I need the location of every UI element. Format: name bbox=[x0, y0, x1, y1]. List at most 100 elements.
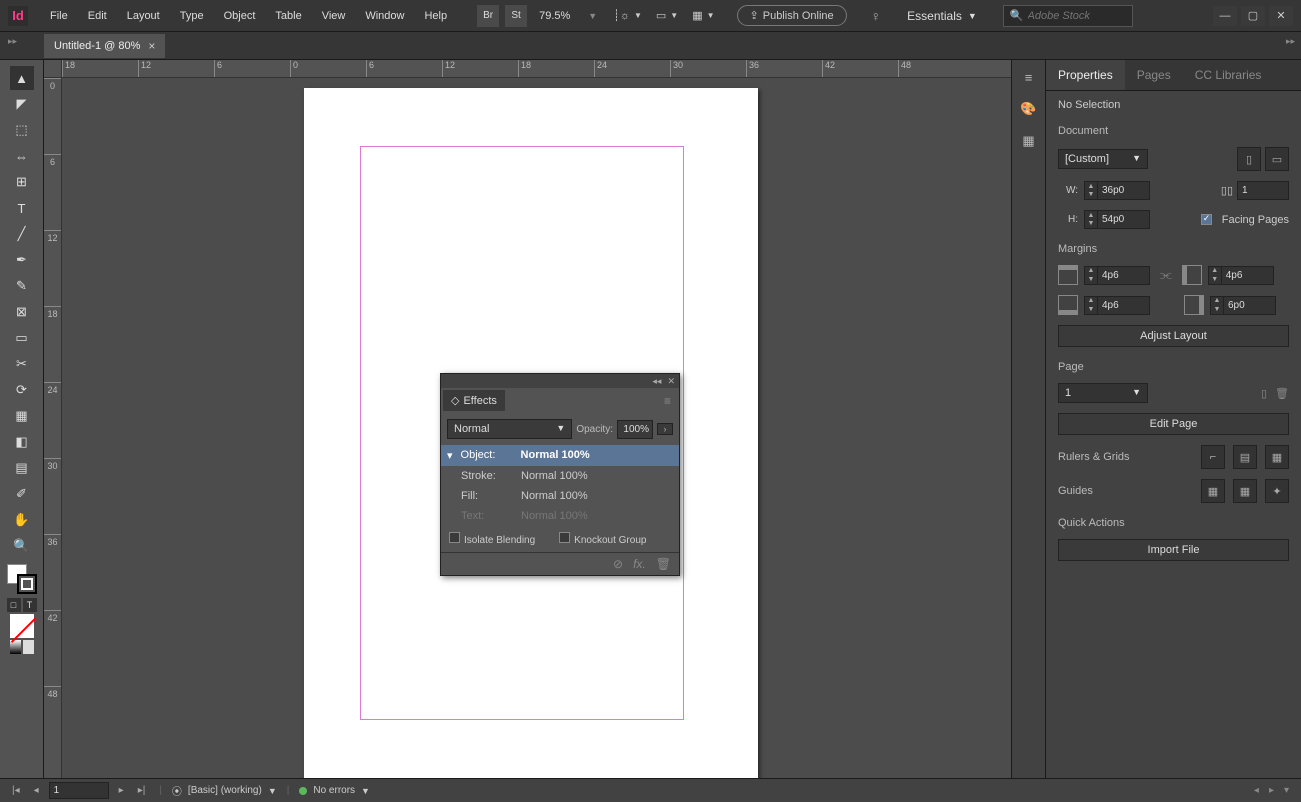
close-button[interactable]: ✕ bbox=[1269, 6, 1293, 26]
clear-effects-icon[interactable]: ⊘ bbox=[613, 557, 623, 571]
publish-online-button[interactable]: ⇪ Publish Online bbox=[737, 5, 847, 26]
learn-icon[interactable]: ♀ bbox=[871, 8, 882, 24]
adobe-stock-search[interactable]: 🔍 bbox=[1003, 5, 1133, 27]
maximize-button[interactable]: ▢ bbox=[1241, 6, 1265, 26]
chevron-down-icon[interactable]: ▼ bbox=[361, 786, 370, 796]
tab-cc-libraries[interactable]: CC Libraries bbox=[1183, 60, 1274, 90]
dock-menu-icon[interactable]: ≡ bbox=[1018, 66, 1040, 88]
delete-icon[interactable]: 🗑 bbox=[656, 557, 671, 571]
stock-button[interactable]: St bbox=[505, 5, 527, 27]
isolate-blending-checkbox[interactable]: Isolate Blending bbox=[449, 532, 535, 546]
arrange-icon[interactable]: ▦ ▼ bbox=[688, 7, 718, 24]
collapse-toolbox-icon[interactable]: ▸▸ bbox=[8, 36, 17, 47]
smart-guides-icon[interactable]: ✦ bbox=[1265, 479, 1289, 503]
zoom-tool[interactable]: 🔍 bbox=[10, 534, 34, 558]
margin-top-value[interactable]: 4p6 bbox=[1098, 266, 1150, 285]
hand-tool[interactable]: ✋ bbox=[10, 508, 34, 532]
container-format-icon[interactable]: □ bbox=[7, 598, 21, 612]
margin-left-input[interactable]: ▲▼4p6 bbox=[1208, 266, 1274, 285]
portrait-orientation-button[interactable]: ▯ bbox=[1237, 147, 1261, 171]
margin-top-input[interactable]: ▲▼4p6 bbox=[1084, 266, 1150, 285]
margin-right-value[interactable]: 6p0 bbox=[1224, 296, 1276, 315]
margin-bottom-value[interactable]: 4p6 bbox=[1098, 296, 1150, 315]
gradient-swatch-tool[interactable]: ▦ bbox=[10, 404, 34, 428]
facing-pages-checkbox[interactable] bbox=[1201, 214, 1212, 225]
margin-left-value[interactable]: 4p6 bbox=[1222, 266, 1274, 285]
blend-mode-select[interactable]: Normal ▼ bbox=[447, 419, 572, 439]
effects-stroke-row[interactable]: Stroke: Normal 100% bbox=[441, 466, 679, 486]
menu-file[interactable]: File bbox=[40, 6, 78, 26]
pencil-tool[interactable]: ✎ bbox=[10, 274, 34, 298]
panel-menu-icon[interactable]: ≡ bbox=[664, 394, 677, 408]
menu-edit[interactable]: Edit bbox=[78, 6, 117, 26]
effects-fill-row[interactable]: Fill: Normal 100% bbox=[441, 486, 679, 506]
margin-bottom-input[interactable]: ▲▼4p6 bbox=[1084, 296, 1150, 315]
show-guides-icon[interactable]: ▦ bbox=[1201, 479, 1225, 503]
chevron-down-icon[interactable]: ▼ bbox=[268, 786, 277, 796]
page-tool[interactable]: ⬚ bbox=[10, 118, 34, 142]
link-margins-icon[interactable]: ⫘ bbox=[1160, 267, 1172, 283]
height-value[interactable]: 54p0 bbox=[1098, 210, 1150, 229]
page-number-input[interactable] bbox=[49, 782, 109, 799]
stroke-swatch[interactable] bbox=[17, 574, 37, 594]
menu-window[interactable]: Window bbox=[355, 6, 414, 26]
selection-tool[interactable]: ▲ bbox=[10, 66, 34, 90]
direct-selection-tool[interactable]: ◤ bbox=[10, 92, 34, 116]
knockout-group-checkbox[interactable]: Knockout Group bbox=[559, 532, 646, 546]
edit-page-button[interactable]: Edit Page bbox=[1058, 413, 1289, 435]
canvas-area[interactable]: 18 12 6 0 6 12 18 24 30 36 42 48 0 6 12 … bbox=[44, 60, 1011, 778]
scroll-down-button[interactable]: ▾ bbox=[1280, 785, 1293, 796]
new-page-icon[interactable]: ▯ bbox=[1261, 387, 1267, 400]
line-tool[interactable]: ╱ bbox=[10, 222, 34, 246]
menu-table[interactable]: Table bbox=[265, 6, 311, 26]
import-file-button[interactable]: Import File bbox=[1058, 539, 1289, 561]
scissors-tool[interactable]: ✂ bbox=[10, 352, 34, 376]
gradient-feather-tool[interactable]: ◧ bbox=[10, 430, 34, 454]
height-input[interactable]: ▲▼ 54p0 bbox=[1084, 210, 1150, 229]
collapse-panels-icon[interactable]: ▸▸ bbox=[1286, 36, 1295, 47]
preflight-profile[interactable]: [Basic] (working) bbox=[188, 785, 262, 796]
text-format-icon[interactable]: T bbox=[23, 598, 37, 612]
horizontal-ruler[interactable]: 18 12 6 0 6 12 18 24 30 36 42 48 bbox=[62, 60, 1011, 78]
first-page-button[interactable]: |◂ bbox=[8, 785, 24, 796]
width-input[interactable]: ▲▼ 36p0 bbox=[1084, 181, 1150, 200]
type-tool[interactable]: T bbox=[10, 196, 34, 220]
last-page-button[interactable]: ▸| bbox=[134, 785, 150, 796]
menu-help[interactable]: Help bbox=[414, 6, 457, 26]
expand-icon[interactable]: ▾ bbox=[447, 449, 453, 462]
width-value[interactable]: 36p0 bbox=[1098, 181, 1150, 200]
zoom-dropdown[interactable]: ▼ bbox=[582, 11, 603, 21]
tab-pages[interactable]: Pages bbox=[1125, 60, 1183, 90]
search-input[interactable] bbox=[1028, 10, 1126, 22]
adjust-layout-button[interactable]: Adjust Layout bbox=[1058, 325, 1289, 347]
page-number-select[interactable]: 1 ▼ bbox=[1058, 383, 1148, 403]
panel-close-icon[interactable]: ✕ bbox=[667, 376, 675, 387]
vertical-ruler[interactable]: 0 6 12 18 24 30 36 42 48 bbox=[44, 78, 62, 778]
bridge-button[interactable]: Br bbox=[477, 5, 499, 27]
next-page-button[interactable]: ▸ bbox=[115, 785, 128, 796]
eyedropper-tool[interactable]: ✐ bbox=[10, 482, 34, 506]
baseline-grid-icon[interactable]: ▤ bbox=[1233, 445, 1257, 469]
scroll-right-button[interactable]: ▸ bbox=[1265, 785, 1278, 796]
rectangle-tool[interactable]: ▭ bbox=[10, 326, 34, 350]
screen-mode-icon[interactable]: ▭ ▼ bbox=[652, 7, 682, 24]
apply-none-icon[interactable] bbox=[10, 614, 34, 638]
effects-object-row[interactable]: ▾ Object: Normal 100% bbox=[441, 445, 679, 466]
pen-tool[interactable]: ✒ bbox=[10, 248, 34, 272]
opacity-input[interactable]: 100% bbox=[617, 420, 653, 439]
margin-right-input[interactable]: ▲▼6p0 bbox=[1210, 296, 1276, 315]
master-page-icon[interactable]: ⦿ bbox=[172, 783, 182, 798]
tab-properties[interactable]: Properties bbox=[1046, 60, 1125, 90]
note-tool[interactable]: ▤ bbox=[10, 456, 34, 480]
swatches-panel-icon[interactable]: ▦ bbox=[1018, 130, 1040, 152]
page-preset-select[interactable]: [Custom] ▼ bbox=[1058, 149, 1148, 169]
menu-type[interactable]: Type bbox=[170, 6, 214, 26]
minimize-button[interactable]: — bbox=[1213, 6, 1237, 26]
panel-collapse-icon[interactable]: ◂◂ bbox=[652, 376, 661, 387]
menu-object[interactable]: Object bbox=[214, 6, 266, 26]
pages-input[interactable]: 1 bbox=[1237, 181, 1289, 200]
rectangle-frame-tool[interactable]: ⊠ bbox=[10, 300, 34, 324]
fill-stroke-swatch[interactable] bbox=[7, 564, 37, 594]
fx-button[interactable]: fx. bbox=[633, 557, 646, 571]
preflight-status[interactable]: No errors bbox=[313, 785, 355, 796]
